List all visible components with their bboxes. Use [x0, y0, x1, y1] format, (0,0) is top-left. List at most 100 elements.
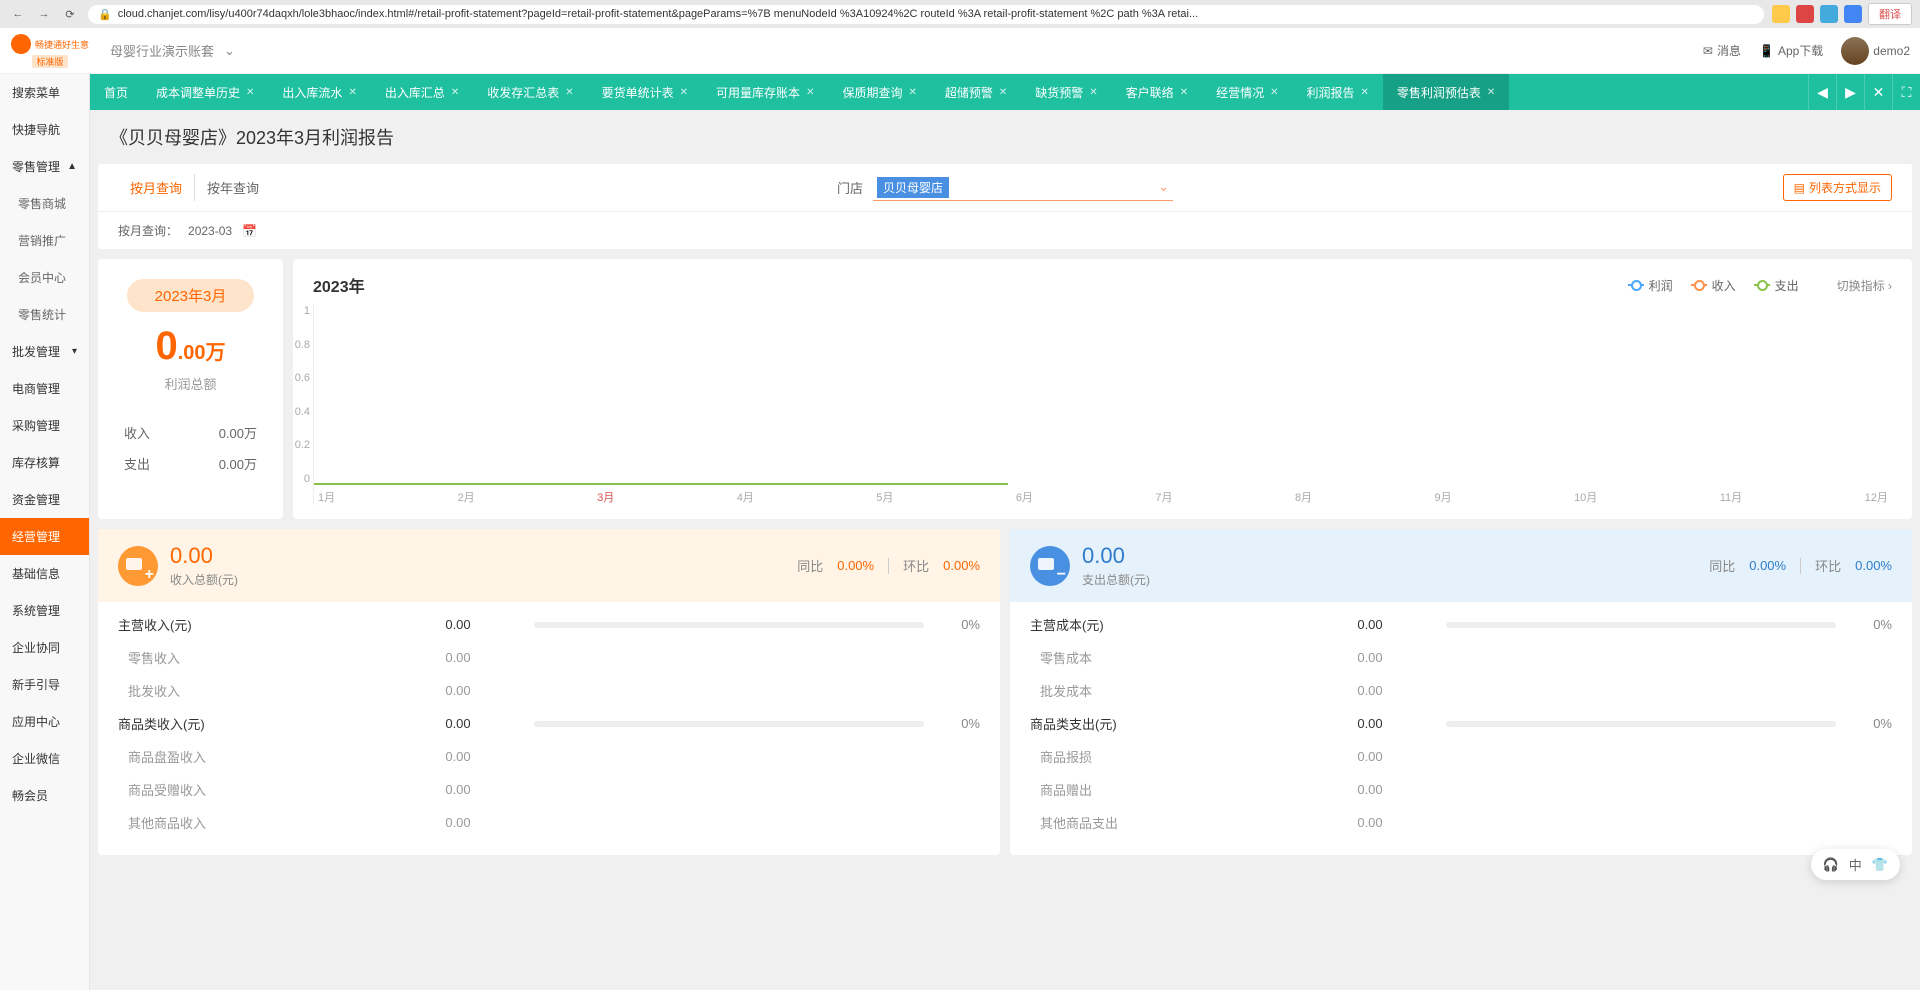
browser-bar: ← → ⟳ 🔒 cloud.chanjet.com/lisy/u400r74da… [0, 0, 1920, 28]
expense-label: 支出总额(元) [1082, 571, 1150, 588]
legend-income[interactable]: 收入 [1691, 277, 1736, 294]
tab-item[interactable]: 缺货预警✕ [1021, 74, 1111, 110]
tab-item[interactable]: 超储预警✕ [931, 74, 1021, 110]
query-date[interactable]: 2023-03 [188, 224, 232, 238]
fullscreen-button[interactable]: ⛶ [1892, 74, 1920, 110]
extension-icon[interactable] [1820, 5, 1838, 23]
tab-item[interactable]: 客户联络✕ [1112, 74, 1202, 110]
close-icon[interactable]: ✕ [1089, 87, 1097, 98]
browser-nav: ← → ⟳ [8, 4, 80, 24]
tab-item[interactable]: 首页 [90, 74, 142, 110]
detail-row: 主营收入(元)0.000% [118, 608, 980, 641]
sidebar-item[interactable]: 应用中心 [0, 703, 89, 740]
sidebar-item[interactable]: 企业微信 [0, 740, 89, 777]
tab-item[interactable]: 成本调整单历史✕ [142, 74, 268, 110]
close-icon[interactable]: ✕ [1180, 87, 1188, 98]
sidebar-item[interactable]: 系统管理 [0, 592, 89, 629]
switch-indicator[interactable]: 切换指标 › [1837, 277, 1892, 294]
tab-item[interactable]: 收发存汇总表✕ [473, 74, 587, 110]
chart-line-expense [314, 483, 1008, 485]
query-label: 按月查询： [118, 222, 178, 239]
url-text: cloud.chanjet.com/lisy/u400r74daqxh/lole… [118, 8, 1198, 20]
sidebar-item[interactable]: 新手引导 [0, 666, 89, 703]
close-icon[interactable]: ✕ [680, 87, 688, 98]
tab-item[interactable]: 可用量库存账本✕ [702, 74, 828, 110]
header-right: ✉ 消息 📱 App下载 demo2 [1703, 37, 1910, 65]
forward-button[interactable]: → [34, 4, 54, 24]
extension-icon[interactable] [1796, 5, 1814, 23]
close-icon[interactable]: ✕ [565, 87, 573, 98]
sidebar-item[interactable]: 电商管理 [0, 370, 89, 407]
tab-item[interactable]: 零售利润预估表✕ [1383, 74, 1509, 110]
sidebar-item[interactable]: 畅会员 [0, 777, 89, 814]
income-label: 收入总额(元) [170, 571, 238, 588]
legend-expense[interactable]: 支出 [1754, 277, 1799, 294]
sidebar-item[interactable]: 库存核算 [0, 444, 89, 481]
calendar-icon[interactable]: 📅 [242, 224, 257, 238]
close-icon[interactable]: ✕ [1361, 87, 1369, 98]
sidebar-item[interactable]: 批发管理▾ [0, 333, 89, 370]
close-icon[interactable]: ✕ [451, 87, 459, 98]
logo[interactable]: 畅捷通好生意 标准版 [10, 34, 90, 68]
filter-tab-year[interactable]: 按年查询 [195, 174, 271, 201]
sidebar-item[interactable]: 快捷导航 [0, 111, 89, 148]
sidebar-item[interactable]: 经营管理 [0, 518, 89, 555]
extension-icon[interactable] [1844, 5, 1862, 23]
sidebar-item[interactable]: 采购管理 [0, 407, 89, 444]
close-icon[interactable]: ✕ [999, 87, 1007, 98]
shirt-icon[interactable]: 👕 [1872, 857, 1888, 873]
x-axis: 1月2月3月4月5月6月7月8月9月10月11月12月 [314, 489, 1892, 505]
close-icon[interactable]: ✕ [348, 87, 356, 98]
sidebar-item[interactable]: 零售统计 [0, 296, 89, 333]
headset-icon[interactable]: 🎧 [1823, 857, 1839, 873]
close-icon[interactable]: ✕ [1270, 87, 1278, 98]
sidebar-item[interactable]: 零售管理▲ [0, 148, 89, 185]
sidebar-item[interactable]: 企业协同 [0, 629, 89, 666]
close-icon[interactable]: ✕ [1487, 87, 1495, 98]
tab-prev-button[interactable]: ◀ [1808, 74, 1836, 110]
sidebar-item[interactable]: 会员中心 [0, 259, 89, 296]
download-button[interactable]: 📱 App下载 [1759, 42, 1823, 59]
tenant-select[interactable]: 母婴行业演示账套 ⌄ [110, 41, 235, 60]
page-title: 《贝贝母婴店》2023年3月利润报告 [90, 110, 1920, 164]
chevron-down-icon: ⌄ [1158, 179, 1169, 195]
tab-close-all-button[interactable]: ✕ [1864, 74, 1892, 110]
detail-row: 其他商品支出0.00 [1030, 806, 1892, 839]
sidebar-item[interactable]: 搜索菜单 [0, 74, 89, 111]
tab-item[interactable]: 保质期查询✕ [828, 74, 930, 110]
expense-icon [1030, 546, 1070, 586]
message-icon: ✉ [1703, 44, 1713, 58]
chart-body[interactable]: 10.80.60.40.20 1月2月3月4月5月6月7月8月9月10月11月1… [313, 305, 1892, 505]
tab-item[interactable]: 出入库流水✕ [268, 74, 370, 110]
sidebar-item[interactable]: 营销推广 [0, 222, 89, 259]
extension-icon[interactable] [1772, 5, 1790, 23]
float-tools[interactable]: 🎧 中 👕 [1811, 849, 1900, 880]
store-select[interactable]: 门店 贝贝母婴店 ⌄ [837, 175, 1173, 201]
tab-item[interactable]: 出入库汇总✕ [371, 74, 473, 110]
legend-profit[interactable]: 利润 [1628, 277, 1673, 294]
tab-next-button[interactable]: ▶ [1836, 74, 1864, 110]
sidebar-item[interactable]: 零售商城 [0, 185, 89, 222]
back-button[interactable]: ← [8, 4, 28, 24]
close-icon[interactable]: ✕ [246, 87, 254, 98]
reload-button[interactable]: ⟳ [60, 4, 80, 24]
expense-card: 0.00 支出总额(元) 同比 0.00% 环比 0.00% 主营成本(元)0.… [1010, 529, 1912, 855]
url-bar[interactable]: 🔒 cloud.chanjet.com/lisy/u400r74daqxh/lo… [88, 5, 1764, 24]
translate-button[interactable]: 翻译 [1868, 3, 1912, 25]
summary-profit: 0.00万 [155, 326, 225, 366]
close-icon[interactable]: ✕ [908, 87, 916, 98]
tab-item[interactable]: 利润报告✕ [1292, 74, 1382, 110]
filter-tab-month[interactable]: 按月查询 [118, 174, 195, 201]
lang-toggle[interactable]: 中 [1849, 855, 1862, 874]
message-button[interactable]: ✉ 消息 [1703, 42, 1741, 59]
list-icon: ▤ [1794, 181, 1805, 195]
tab-item[interactable]: 经营情况✕ [1202, 74, 1292, 110]
sidebar-item[interactable]: 资金管理 [0, 481, 89, 518]
user-menu[interactable]: demo2 [1841, 37, 1910, 65]
tab-item[interactable]: 要货单统计表✕ [588, 74, 702, 110]
sidebar-item[interactable]: 基础信息 [0, 555, 89, 592]
list-view-button[interactable]: ▤ 列表方式显示 [1783, 174, 1892, 201]
income-amount: 0.00 [170, 543, 238, 569]
detail-row: 主营成本(元)0.000% [1030, 608, 1892, 641]
close-icon[interactable]: ✕ [806, 87, 814, 98]
